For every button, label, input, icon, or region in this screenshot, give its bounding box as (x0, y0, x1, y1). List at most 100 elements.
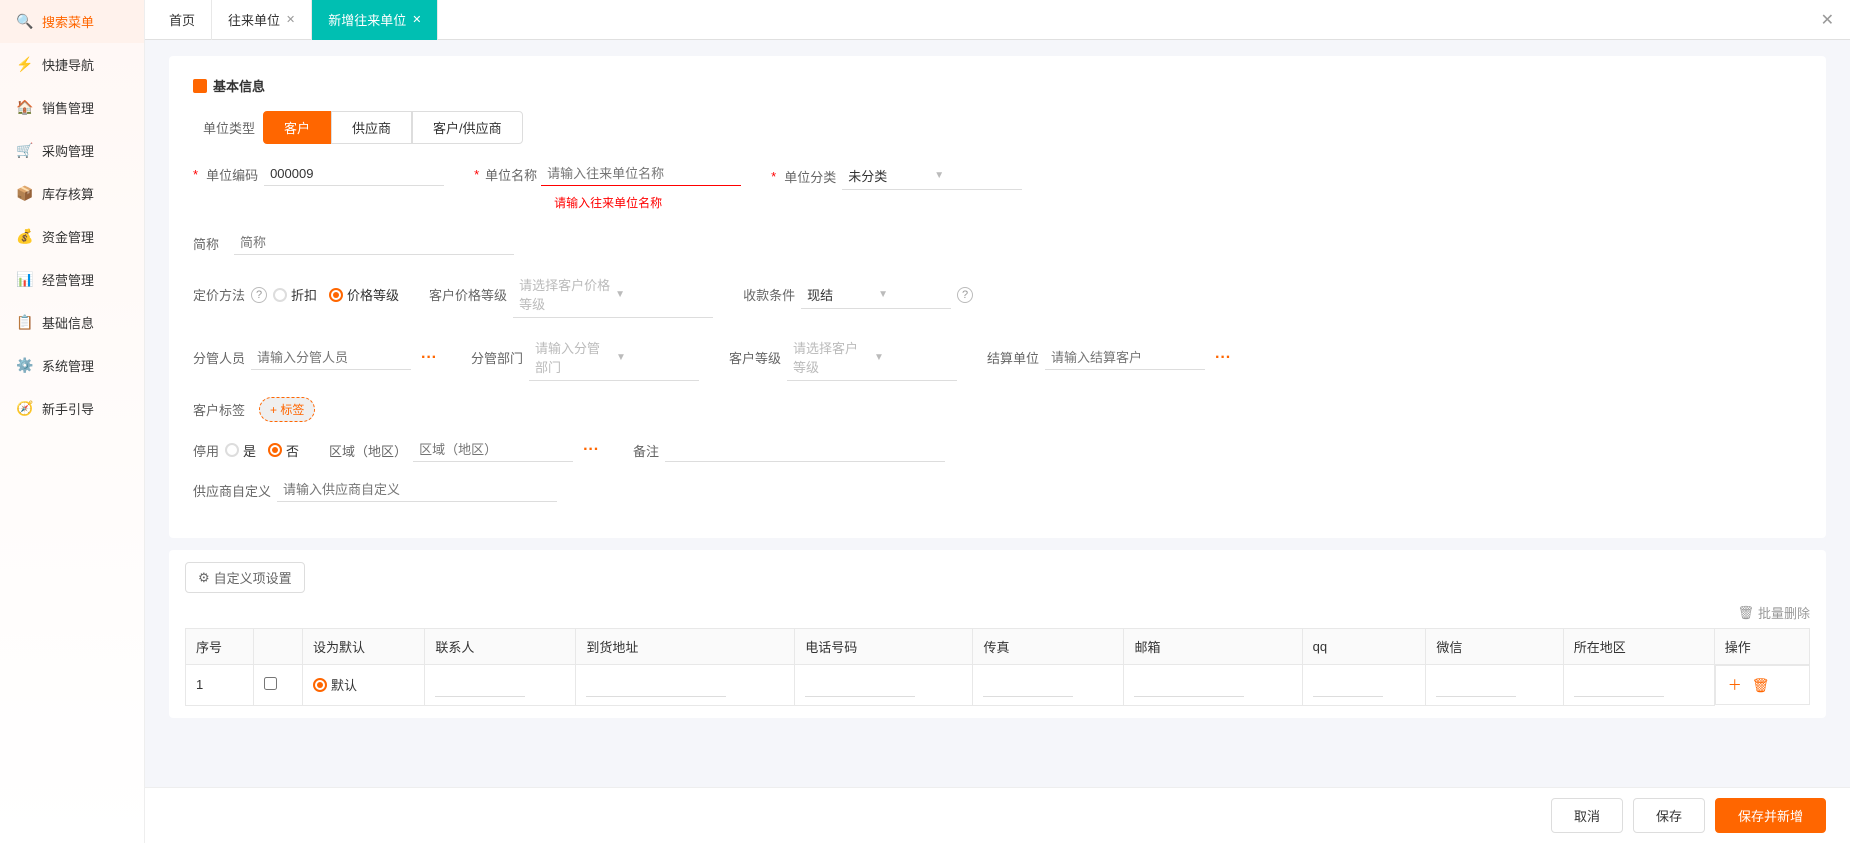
col-action: 操作 (1714, 629, 1809, 665)
sidebar-item-stock[interactable]: 📦 库存核算 (0, 172, 144, 215)
customize-settings-button[interactable]: ⚙ 自定义项设置 (185, 562, 305, 593)
settlement-unit-input[interactable] (1045, 346, 1205, 370)
unit-name-label: 单位名称 (485, 165, 537, 184)
tab-home[interactable]: 首页 (153, 0, 212, 40)
default-radio[interactable]: 默认 (313, 675, 414, 694)
settlement-more-btn[interactable]: ··· (1211, 349, 1235, 367)
cell-checkbox[interactable] (254, 665, 303, 706)
section-icon (193, 79, 207, 93)
sidebar-item-search[interactable]: 🔍 搜索菜单 (0, 0, 144, 43)
contact-table: 序号 设为默认 联系人 到货地址 电话号码 传真 邮箱 qq 微信 所在地区 操… (185, 628, 1810, 706)
finance-icon: 💰 (16, 228, 34, 246)
unit-type-supplier[interactable]: 供应商 (331, 111, 412, 144)
cancel-button[interactable]: 取消 (1551, 798, 1623, 833)
save-and-new-button[interactable]: 保存并新增 (1715, 798, 1826, 833)
sidebar-item-label: 资金管理 (42, 227, 94, 246)
cell-region[interactable] (1563, 665, 1714, 706)
unit-category-select[interactable]: 未分类 ▼ (842, 162, 1022, 190)
sidebar-item-guide[interactable]: 🧭 新手引导 (0, 387, 144, 430)
sidebar-item-sales[interactable]: 🏠 销售管理 (0, 86, 144, 129)
pricing-discount-radio[interactable]: 折扣 (273, 285, 317, 304)
wechat-input[interactable] (1436, 673, 1516, 697)
tab-partner[interactable]: 往来单位 ✕ (212, 0, 312, 40)
short-name-group: 简称 (193, 231, 514, 255)
sidebar-item-quick-nav[interactable]: ⚡ 快捷导航 (0, 43, 144, 86)
contact-input[interactable] (435, 673, 525, 697)
disabled-no-radio[interactable]: 否 (268, 441, 299, 460)
unit-code-input[interactable] (264, 162, 444, 186)
short-name-row: 简称 (193, 231, 1802, 255)
unit-code-label: 单位编码 (206, 165, 258, 184)
dept-arrow-icon: ▼ (616, 352, 693, 363)
cell-qq[interactable] (1302, 665, 1426, 706)
cell-phone[interactable] (795, 665, 973, 706)
cell-email[interactable] (1124, 665, 1302, 706)
customer-level-group: 客户等级 请选择客户等级 ▼ (729, 334, 957, 381)
disabled-radio-group: 是 否 (225, 441, 299, 460)
email-input[interactable] (1134, 673, 1244, 697)
short-name-input[interactable] (234, 231, 514, 255)
department-select[interactable]: 请输入分管部门 ▼ (529, 334, 699, 381)
add-tag-button[interactable]: + 标签 (259, 397, 315, 422)
sidebar-item-label: 经营管理 (42, 270, 94, 289)
cell-contact[interactable] (425, 665, 576, 706)
sidebar-item-system[interactable]: ⚙️ 系统管理 (0, 344, 144, 387)
tab-new-partner[interactable]: 新增往来单位 ✕ (312, 0, 438, 40)
default-radio-circle (313, 678, 327, 692)
close-all-tabs[interactable]: ✕ (1813, 10, 1842, 30)
disabled-label: 停用 (193, 441, 219, 460)
page-content: 基本信息 单位类型 客户 供应商 客户/供应商 * 单位编码 (145, 40, 1850, 787)
tab-new-partner-close[interactable]: ✕ (412, 13, 421, 26)
cell-address[interactable] (576, 665, 795, 706)
sidebar-item-purchase[interactable]: 🛒 采购管理 (0, 129, 144, 172)
cell-wechat[interactable] (1426, 665, 1563, 706)
add-row-btn[interactable]: ＋ (1726, 673, 1744, 697)
region-group: 区域（地区） ··· (329, 438, 603, 462)
main-area: 首页 往来单位 ✕ 新增往来单位 ✕ ✕ 基本信息 单位类型 客户 供应商 (145, 0, 1850, 843)
customer-level-select[interactable]: 请选择客户等级 ▼ (787, 334, 957, 381)
region-more-btn[interactable]: ··· (579, 441, 603, 459)
pricing-price-level-radio[interactable]: 价格等级 (329, 285, 399, 304)
supplier-custom-input[interactable] (277, 478, 557, 502)
fax-input[interactable] (983, 673, 1073, 697)
customer-price-level-select[interactable]: 请选择客户价格等级 ▼ (513, 271, 713, 318)
tab-bar: 首页 往来单位 ✕ 新增往来单位 ✕ ✕ (145, 0, 1850, 40)
save-button[interactable]: 保存 (1633, 798, 1705, 833)
short-name-label: 简称 (193, 234, 228, 253)
sidebar-item-basic[interactable]: 📋 基础信息 (0, 301, 144, 344)
unit-type-both[interactable]: 客户/供应商 (412, 111, 523, 144)
tab-partner-close[interactable]: ✕ (286, 13, 295, 26)
payment-condition-select[interactable]: 现结 ▼ (801, 281, 951, 309)
address-input[interactable] (586, 673, 726, 697)
row-checkbox[interactable] (264, 677, 277, 690)
unit-name-input[interactable] (541, 162, 741, 186)
sidebar-item-label: 库存核算 (42, 184, 94, 203)
batch-delete-btn[interactable]: 🗑 批量删除 (1737, 603, 1810, 622)
disabled-yes-radio[interactable]: 是 (225, 441, 256, 460)
manager-input[interactable] (251, 346, 411, 370)
cell-fax[interactable] (973, 665, 1124, 706)
manager-row: 分管人员 ··· 分管部门 请输入分管部门 ▼ 客户等级 请选择客户等级 ▼ (193, 334, 1802, 381)
col-checkbox (254, 629, 303, 665)
pricing-help-icon[interactable]: ? (251, 287, 267, 303)
phone-input[interactable] (805, 673, 915, 697)
disabled-region-row: 停用 是 否 区域（地区） ··· (193, 438, 1802, 462)
unit-type-customer[interactable]: 客户 (263, 111, 331, 144)
sidebar-item-operation[interactable]: 📊 经营管理 (0, 258, 144, 301)
delete-row-btn[interactable]: 🗑 (1750, 675, 1772, 696)
pricing-label: 定价方法 (193, 285, 245, 304)
remark-input[interactable] (665, 438, 945, 462)
manager-more-btn[interactable]: ··· (417, 349, 441, 367)
tag-row: 客户标签 + 标签 (193, 397, 1802, 422)
col-fax: 传真 (973, 629, 1124, 665)
sidebar-item-label: 基础信息 (42, 313, 94, 332)
region-input[interactable] (413, 438, 573, 462)
region-table-input[interactable] (1574, 673, 1664, 697)
qq-input[interactable] (1313, 673, 1383, 697)
col-seq: 序号 (186, 629, 254, 665)
payment-help-icon[interactable]: ? (957, 287, 973, 303)
sidebar-item-finance[interactable]: 💰 资金管理 (0, 215, 144, 258)
settlement-unit-group: 结算单位 ··· (987, 346, 1235, 370)
sidebar-item-label: 快捷导航 (42, 55, 94, 74)
system-icon: ⚙️ (16, 357, 34, 375)
